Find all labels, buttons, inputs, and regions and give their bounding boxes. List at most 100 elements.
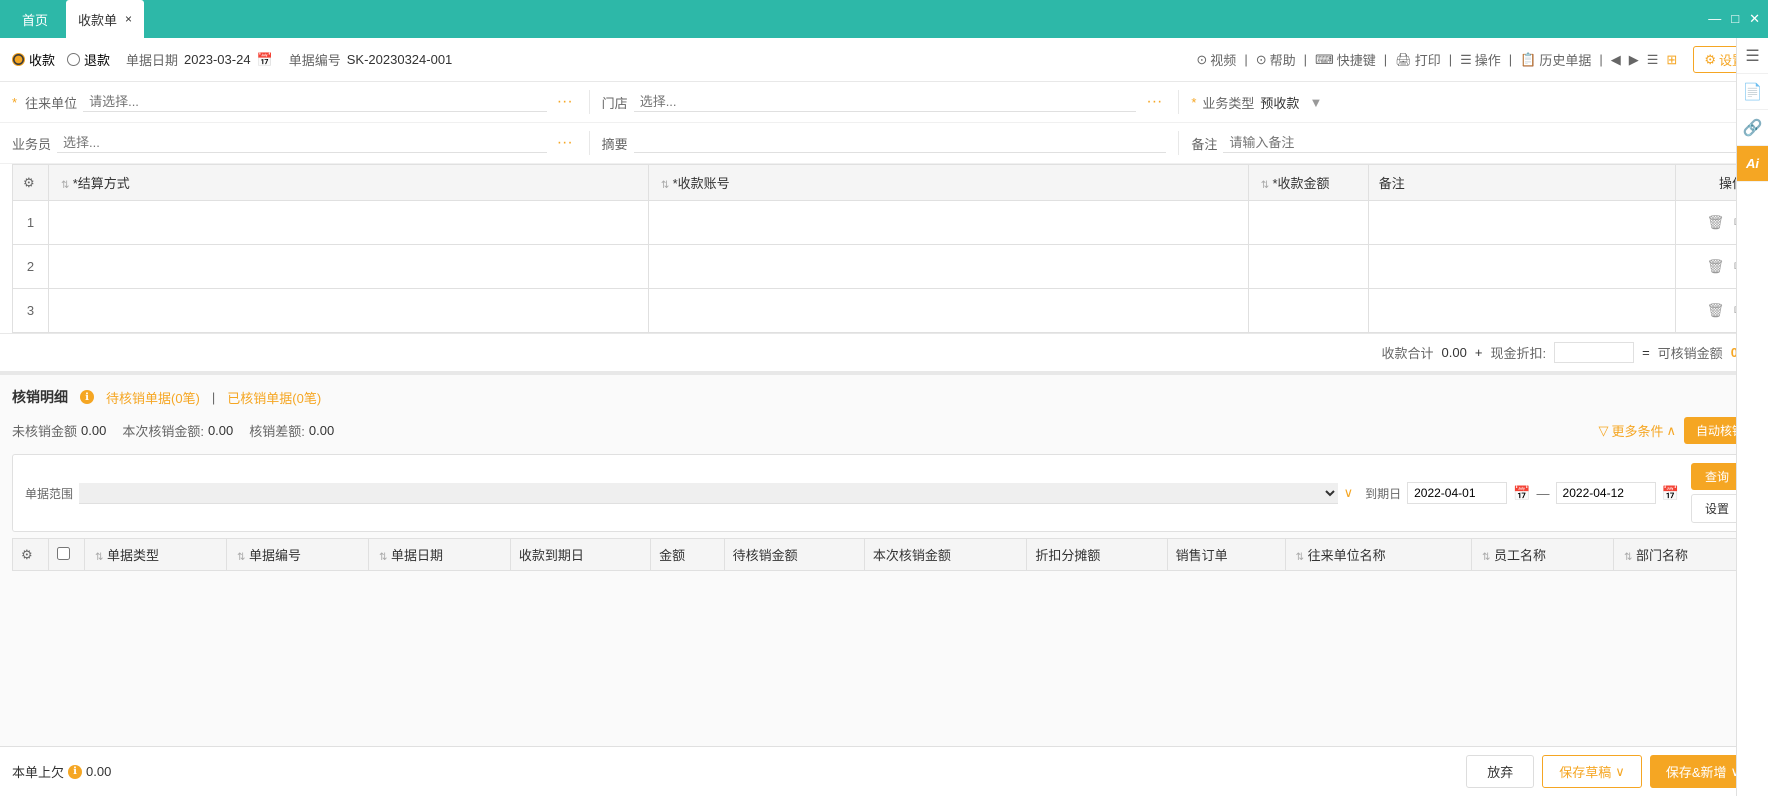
th-note: 备注 xyxy=(1368,165,1675,201)
bth-checkbox xyxy=(49,539,85,571)
radio-refund-input[interactable] xyxy=(67,53,80,66)
radio-receive-label: 收款 xyxy=(29,50,55,69)
doc-date-calendar-icon[interactable]: 📅 xyxy=(257,52,273,68)
counterparty-more-btn[interactable]: ··· xyxy=(553,93,577,111)
store-more-btn[interactable]: ··· xyxy=(1142,93,1166,111)
business-type-dropdown-btn[interactable]: ▼ xyxy=(1309,95,1322,110)
row-1-note[interactable] xyxy=(1368,201,1675,245)
row-3-settlement[interactable] xyxy=(49,289,649,333)
table-settings-icon[interactable]: ⚙ xyxy=(23,175,35,190)
save-draft-btn[interactable]: 保存草稿 ∨ xyxy=(1542,755,1642,788)
counterparty-field: * 往来单位 ··· xyxy=(12,92,577,112)
row-1-settlement[interactable] xyxy=(49,201,649,245)
th-amount: ⇅ *收款金额 xyxy=(1248,165,1368,201)
nav-tab-close[interactable]: × xyxy=(125,12,132,26)
row-2-delete-btn[interactable]: 🗑 xyxy=(1707,258,1725,275)
tab-pending-verify[interactable]: 待核销单据(0笔) xyxy=(106,388,200,407)
staff-input[interactable] xyxy=(57,133,547,153)
bottom-table-container: ⚙ ⇅ 单据类型 ⇅ 单据编号 xyxy=(12,538,1756,734)
sidebar-icon-table[interactable]: ☰ xyxy=(1737,38,1768,74)
bottom-table-settings-icon[interactable]: ⚙ xyxy=(21,547,33,562)
prev-label: 本单上欠 xyxy=(12,762,64,781)
doc-no-value: SK-20230324-001 xyxy=(347,52,453,67)
row-3-note[interactable] xyxy=(1368,289,1675,333)
filter-due-label: 到期日 xyxy=(1365,485,1401,502)
row-1-account[interactable] xyxy=(648,201,1248,245)
action-video[interactable]: ⊙ 视频 xyxy=(1196,50,1236,69)
row-3-account[interactable] xyxy=(648,289,1248,333)
total-value: 0.00 xyxy=(1442,345,1467,360)
row-2-note[interactable] xyxy=(1368,245,1675,289)
sidebar-icon-link[interactable]: 🔗 xyxy=(1737,110,1768,146)
window-maximize-btn[interactable]: □ xyxy=(1731,11,1739,27)
counterparty-input[interactable] xyxy=(83,92,547,112)
summary-input[interactable] xyxy=(634,133,1167,153)
select-all-checkbox[interactable] xyxy=(57,547,70,560)
window-close-btn[interactable]: ✕ xyxy=(1749,11,1760,27)
bth-settings[interactable]: ⚙ xyxy=(13,539,49,571)
row-2-account[interactable] xyxy=(648,245,1248,289)
filter-date-start-calendar-btn[interactable]: 📅 xyxy=(1513,485,1530,502)
business-type-required: * xyxy=(1191,95,1196,110)
discount-input[interactable] xyxy=(1554,342,1634,363)
row-2-settlement[interactable] xyxy=(49,245,649,289)
radio-receive[interactable]: 收款 xyxy=(12,50,55,69)
verify-info-icon[interactable]: ℹ xyxy=(80,390,94,404)
tab-done-verify[interactable]: 已核销单据(0笔) xyxy=(227,388,321,407)
doc-date-field: 单据日期 2023-03-24 📅 xyxy=(126,50,273,69)
row-1-delete-btn[interactable]: 🗑 xyxy=(1707,214,1725,231)
print-icon: 🖨 xyxy=(1395,52,1412,68)
radio-refund[interactable]: 退款 xyxy=(67,50,110,69)
window-minimize-btn[interactable]: — xyxy=(1708,11,1721,27)
filter-date-end-calendar-btn[interactable]: 📅 xyxy=(1662,485,1679,502)
action-help[interactable]: ⊙ 帮助 xyxy=(1256,50,1296,69)
footer-info-icon[interactable]: ℹ xyxy=(68,765,82,779)
tab-separator: | xyxy=(212,390,215,405)
action-history[interactable]: 📋 历史单据 xyxy=(1520,50,1591,69)
row-1-amount[interactable] xyxy=(1248,201,1368,245)
shortcut-icon: ⌨ xyxy=(1315,52,1334,68)
discount-label: 现金折扣: xyxy=(1490,343,1546,362)
row-3-amount[interactable] xyxy=(1248,289,1368,333)
action-print[interactable]: 🖨 打印 xyxy=(1395,50,1441,69)
row-2-amount[interactable] xyxy=(1248,245,1368,289)
video-icon: ⊙ xyxy=(1196,52,1207,68)
help-icon: ⊙ xyxy=(1256,52,1267,68)
bth-sales-order: 销售订单 xyxy=(1167,539,1285,571)
footer-info: 本单上欠 ℹ 0.00 xyxy=(12,762,111,781)
nav-home[interactable]: 首页 xyxy=(8,4,62,35)
action-operation[interactable]: ☰ 操作 xyxy=(1460,50,1501,69)
nav-prev[interactable]: ◀ xyxy=(1611,52,1621,68)
save-draft-chevron[interactable]: ∨ xyxy=(1615,764,1625,780)
more-filter-btn[interactable]: ▽ 更多条件 ∧ xyxy=(1598,421,1676,440)
total-label: 收款合计 xyxy=(1382,343,1434,362)
radio-receive-input[interactable] xyxy=(12,53,25,66)
nav-tab-receipt[interactable]: 收款单 × xyxy=(66,0,144,38)
summary-label: 摘要 xyxy=(602,134,628,153)
filter-date-start-input[interactable] xyxy=(1407,482,1507,504)
filter-range-chevron[interactable]: ∨ xyxy=(1344,485,1354,501)
th-account: ⇅ *收款账号 xyxy=(648,165,1248,201)
note-input[interactable] xyxy=(1223,133,1756,153)
toolbar-row: 收款 退款 单据日期 2023-03-24 📅 单据编号 SK-20230324… xyxy=(0,38,1768,82)
sidebar-icon-ai[interactable]: Ai xyxy=(1737,146,1768,182)
staff-more-btn[interactable]: ··· xyxy=(553,134,577,152)
view-list-icon[interactable]: ☰ xyxy=(1647,52,1659,68)
action-shortcut[interactable]: ⌨ 快捷键 xyxy=(1315,50,1376,69)
row-3-delete-btn[interactable]: 🗑 xyxy=(1707,302,1725,319)
counterparty-required: * xyxy=(12,95,17,110)
store-label: 门店 xyxy=(602,93,628,112)
bth-staff: ⇅ 员工名称 xyxy=(1471,539,1613,571)
top-navigation: 首页 收款单 × — □ ✕ xyxy=(0,0,1768,38)
th-settings[interactable]: ⚙ xyxy=(13,165,49,201)
filter-range-select[interactable] xyxy=(79,483,1338,504)
filter-date-end-input[interactable] xyxy=(1556,482,1656,504)
store-input[interactable] xyxy=(634,92,1137,112)
sidebar-icon-docs[interactable]: 📄 xyxy=(1737,74,1768,110)
discard-btn[interactable]: 放弃 xyxy=(1466,755,1534,788)
bth-current: 本次核销金额 xyxy=(864,539,1026,571)
view-grid-icon[interactable]: ⊞ xyxy=(1666,52,1677,68)
business-type-field: * 业务类型 预收款 ▼ xyxy=(1191,93,1756,112)
nav-next[interactable]: ▶ xyxy=(1629,52,1639,68)
verify-header: 核销明细 ℹ 待核销单据(0笔) | 已核销单据(0笔) xyxy=(12,387,1756,407)
